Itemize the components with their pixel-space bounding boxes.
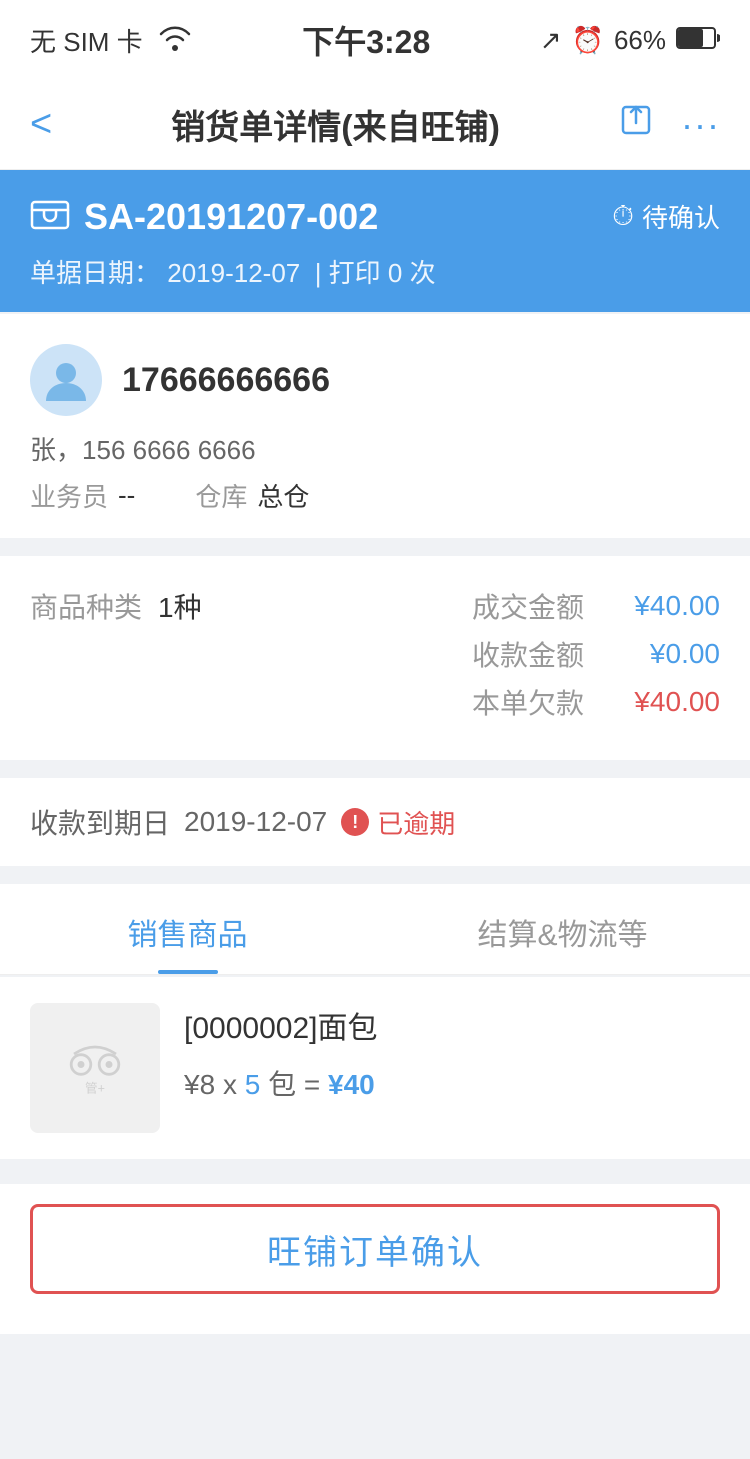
product-thumbnail: 管+ xyxy=(30,1003,160,1133)
product-type-label: 商品种类 xyxy=(30,586,142,626)
overdue-text: 已逾期 xyxy=(377,804,455,841)
overdue-badge: ! 已逾期 xyxy=(341,804,455,841)
order-inbox-icon xyxy=(30,194,70,239)
share-button[interactable] xyxy=(619,103,653,146)
tab-settlement-logistics[interactable]: 结算&物流等 xyxy=(375,884,750,974)
warehouse-value: 总仓 xyxy=(257,477,309,514)
carrier-text: 无 SIM 卡 xyxy=(30,22,143,59)
location-icon: ↗ xyxy=(540,25,562,56)
product-type-value: 1种 xyxy=(158,586,202,626)
debt-value: ¥40.00 xyxy=(600,686,720,718)
due-date-card: 收款到期日 2019-12-07 ! 已逾期 xyxy=(0,778,750,866)
order-id-text: SA-20191207-002 xyxy=(84,196,378,238)
avatar xyxy=(30,344,102,416)
page-title: 销货单详情(来自旺铺) xyxy=(171,100,500,149)
overdue-icon: ! xyxy=(341,808,369,836)
order-id-row: SA-20191207-002 xyxy=(30,194,378,239)
product-info: [0000002]面包 ¥8 x 5 包 = ¥40 xyxy=(184,1003,720,1103)
alarm-icon: ⏰ xyxy=(572,25,604,56)
amount-value: ¥40.00 xyxy=(600,590,720,622)
battery-text: 66% xyxy=(614,25,666,56)
status-left: 无 SIM 卡 xyxy=(30,22,193,59)
amount-label: 成交金额 xyxy=(472,586,584,626)
product-price: ¥8 x 5 包 = ¥40 xyxy=(184,1063,720,1103)
nav-actions: ··· xyxy=(619,103,720,146)
received-label: 收款金额 xyxy=(472,634,584,674)
sales-value: -- xyxy=(118,480,135,511)
customer-meta: 业务员 -- 仓库 总仓 xyxy=(30,477,720,514)
back-button[interactable]: < xyxy=(30,103,52,146)
battery-icon xyxy=(676,25,720,56)
warehouse-label: 仓库 xyxy=(195,477,247,514)
bottom-bar: 旺铺订单确认 xyxy=(0,1184,750,1334)
order-header: SA-20191207-002 ⏱ 待确认 单据日期： 2019-12-07 |… xyxy=(0,170,750,312)
confirm-order-button[interactable]: 旺铺订单确认 xyxy=(30,1204,720,1294)
received-value: ¥0.00 xyxy=(600,638,720,670)
debt-label: 本单欠款 xyxy=(472,682,584,722)
clock-icon: ⏱ xyxy=(612,200,634,233)
order-date: 单据日期： 2019-12-07 | 打印 0 次 xyxy=(30,253,720,290)
status-time: 下午3:28 xyxy=(302,17,430,63)
nav-bar: < 销货单详情(来自旺铺) ··· xyxy=(0,80,750,170)
product-name: [0000002]面包 xyxy=(184,1003,720,1047)
more-button[interactable]: ··· xyxy=(681,104,720,146)
status-right: ↗ ⏰ 66% xyxy=(540,25,720,56)
product-qty: 5 xyxy=(245,1069,261,1100)
summary-card: 商品种类 1种 成交金额 ¥40.00 收款金额 ¥0.00 本单欠款 ¥40.… xyxy=(0,556,750,760)
product-total: ¥40 xyxy=(328,1069,375,1100)
wifi-icon xyxy=(157,23,193,58)
status-bar: 无 SIM 卡 下午3:28 ↗ ⏰ 66% xyxy=(0,0,750,80)
order-status: ⏱ 待确认 xyxy=(612,198,720,235)
tabs-bar: 销售商品 结算&物流等 xyxy=(0,884,750,975)
due-date-label: 收款到期日 xyxy=(30,802,170,842)
sales-label: 业务员 xyxy=(30,477,108,514)
status-text: 待确认 xyxy=(642,198,720,235)
customer-card: 17666666666 张，156 6666 6666 业务员 -- 仓库 总仓 xyxy=(0,314,750,538)
product-card: 管+ [0000002]面包 ¥8 x 5 包 = ¥40 xyxy=(0,977,750,1159)
svg-text:管+: 管+ xyxy=(85,1082,105,1096)
tab-sales-products[interactable]: 销售商品 xyxy=(0,884,375,974)
customer-phone: 17666666666 xyxy=(122,361,330,400)
due-date-value: 2019-12-07 xyxy=(184,806,327,838)
customer-name-phone: 张，156 6666 6666 xyxy=(30,430,720,467)
